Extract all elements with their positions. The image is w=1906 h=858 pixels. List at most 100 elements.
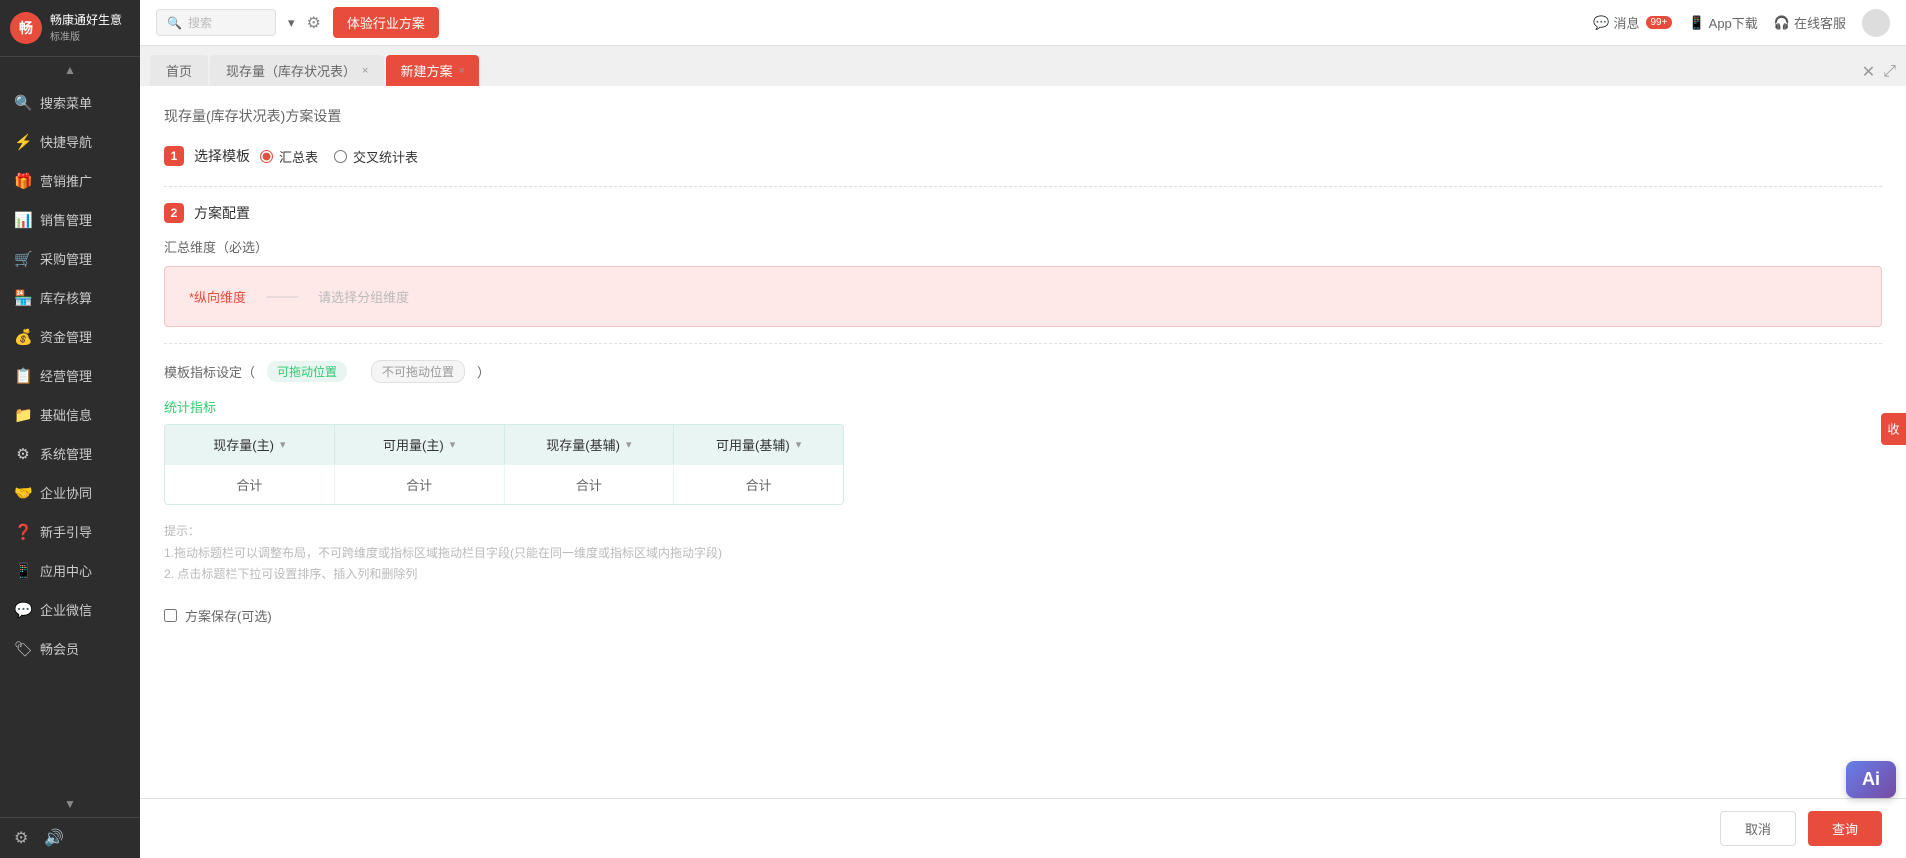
tab-close-new[interactable]: × bbox=[458, 65, 464, 77]
sidebar-nav: 🔍搜索菜单⚡快捷导航 🎁 营销推广 📊 销售管理 🛒采购管理 🏪 库存核算 💰 资金管理 📋经营管理… bbox=[0, 83, 140, 791]
content-area: 现存量(库存状况表)方案设置 1 选择模板 汇总表 交叉统计表 bbox=[140, 86, 1906, 858]
search-icon: 🔍 bbox=[167, 16, 182, 30]
step1-num: 1 bbox=[164, 146, 184, 166]
nav-icon-10: 🤝 bbox=[14, 484, 32, 502]
sidebar-item-9[interactable]: ⚙系统管理 bbox=[0, 434, 140, 473]
fixed-badge: 不可拖动位置 bbox=[371, 360, 465, 383]
volume-icon[interactable]: 🔊 bbox=[44, 828, 64, 848]
sidebar-item-8[interactable]: 📁基础信息 bbox=[0, 395, 140, 434]
step1-section: 1 选择模板 汇总表 交叉统计表 bbox=[164, 146, 1882, 166]
step1-label: 选择模板 bbox=[194, 146, 250, 166]
nav-label-2: 营销推广 bbox=[40, 171, 92, 190]
sidebar-item-4[interactable]: 🛒采购管理 bbox=[0, 239, 140, 278]
chevron-icon-0: ▾ bbox=[280, 438, 286, 451]
user-menu[interactable] bbox=[1862, 9, 1890, 37]
bottom-actions: 取消 查询 bbox=[140, 798, 1906, 858]
avatar bbox=[1862, 9, 1890, 37]
nav-label-4: 采购管理 bbox=[40, 249, 92, 268]
sidebar-item-1[interactable]: ⚡快捷导航 bbox=[0, 122, 140, 161]
sidebar: 畅 畅康通好生意 标准版 ▲ 🔍搜索菜单⚡快捷导航🎁营销推广📊销售管理🛒采购管理… bbox=[0, 0, 140, 858]
ai-badge[interactable]: Ai bbox=[1846, 761, 1896, 798]
chevron-icon-1: ▾ bbox=[450, 438, 456, 451]
sidebar-item-2[interactable]: 🎁 营销推广 bbox=[0, 161, 140, 200]
divider-2 bbox=[164, 343, 1882, 344]
cancel-button[interactable]: 取消 bbox=[1720, 811, 1796, 846]
settings-icon[interactable]: ⚙ bbox=[14, 828, 28, 848]
message-icon: 💬 bbox=[1593, 15, 1609, 31]
sidebar-scroll-down[interactable]: ▼ bbox=[0, 791, 140, 817]
close-tab-action[interactable]: ✕ bbox=[1860, 60, 1877, 84]
topbar-dropdown[interactable]: ▾ bbox=[288, 15, 295, 31]
nav-label-1: 快捷导航 bbox=[40, 132, 92, 151]
nav-label-6: 资金管理 bbox=[40, 327, 92, 346]
tab-label: 首页 bbox=[166, 61, 192, 80]
template-settings-label: 模板指标设定（ bbox=[164, 362, 255, 381]
sidebar-item-7[interactable]: 📋经营管理 bbox=[0, 356, 140, 395]
header-cell-0[interactable]: 现存量(主)▾ bbox=[165, 425, 335, 464]
topbar-right: 💬 消息 99+ 📱 App下载 🎧 在线客服 bbox=[1593, 9, 1890, 37]
template-settings-suffix: ） bbox=[477, 362, 490, 381]
vertical-dim-label: *纵向维度 bbox=[189, 287, 246, 306]
nav-label-7: 经营管理 bbox=[40, 366, 92, 385]
right-pill[interactable]: 收 bbox=[1881, 413, 1906, 445]
nav-label-11: 新手引导 bbox=[40, 522, 92, 541]
chevron-icon-3: ▾ bbox=[796, 438, 802, 451]
sidebar-scroll-up[interactable]: ▲ bbox=[0, 57, 140, 83]
nav-icon-2: 🎁 bbox=[14, 172, 32, 190]
expand-tab-action[interactable]: ⤢ bbox=[1881, 61, 1898, 83]
sidebar-item-14[interactable]: 🏷畅会员 bbox=[0, 629, 140, 668]
sidebar-item-5[interactable]: 🏪 库存核算 bbox=[0, 278, 140, 317]
tip-1: 1.拖动标题栏可以调整布局，不可跨维度或指标区域拖动栏目字段(只能在同一维度或指… bbox=[164, 543, 1882, 565]
nav-label-5: 库存核算 bbox=[40, 288, 92, 307]
sidebar-item-0[interactable]: 🔍搜索菜单 bbox=[0, 83, 140, 122]
stats-section: 统计指标 现存量(主)▾可用量(主)▾现存量(基辅)▾可用量(基辅)▾ 合计合计… bbox=[164, 397, 1882, 505]
tab-close-inventory[interactable]: × bbox=[362, 65, 368, 77]
save-option-label: 方案保存(可选) bbox=[185, 606, 272, 625]
sidebar-item-13[interactable]: 💬企业微信 bbox=[0, 590, 140, 629]
tab-new-plan[interactable]: 新建方案 × bbox=[386, 55, 478, 86]
sidebar-item-11[interactable]: ❓新手引导 bbox=[0, 512, 140, 551]
save-checkbox[interactable] bbox=[164, 609, 177, 622]
nav-icon-9: ⚙ bbox=[14, 445, 32, 463]
settings-icon[interactable]: ⚙ bbox=[307, 13, 321, 33]
body-cell-1: 合计 bbox=[335, 464, 505, 504]
tabbar: 首页 现存量（库存状况表） × 新建方案 × ✕ ⤢ bbox=[140, 46, 1906, 86]
app-download-btn[interactable]: 📱 App下载 bbox=[1688, 13, 1757, 32]
sidebar-item-3[interactable]: 📊 销售管理 bbox=[0, 200, 140, 239]
trial-btn[interactable]: 体验行业方案 bbox=[333, 7, 439, 38]
nav-icon-6: 💰 bbox=[14, 328, 32, 346]
body-cell-0: 合计 bbox=[165, 464, 335, 504]
mobile-icon: 📱 bbox=[1688, 15, 1704, 31]
nav-icon-0: 🔍 bbox=[14, 94, 32, 112]
online-service-btn[interactable]: 🎧 在线客服 bbox=[1774, 13, 1846, 32]
header-cell-1[interactable]: 可用量(主)▾ bbox=[335, 425, 505, 464]
nav-icon-12: 📱 bbox=[14, 562, 32, 580]
radio-summary[interactable]: 汇总表 bbox=[260, 147, 318, 166]
header-cell-3[interactable]: 可用量(基辅)▾ bbox=[674, 425, 843, 464]
sidebar-item-6[interactable]: 💰 资金管理 bbox=[0, 317, 140, 356]
step2-num: 2 bbox=[164, 203, 184, 223]
metrics-body: 合计合计合计合计 bbox=[165, 464, 843, 504]
dimension-row: *纵向维度 —— 请选择分组维度 bbox=[189, 287, 1857, 306]
topbar-search[interactable]: 🔍 搜索 bbox=[156, 9, 276, 36]
nav-label-3: 销售管理 bbox=[40, 210, 92, 229]
sidebar-item-10[interactable]: 🤝 企业协同 bbox=[0, 473, 140, 512]
save-option: 方案保存(可选) bbox=[164, 606, 1882, 625]
nav-icon-3: 📊 bbox=[14, 211, 32, 229]
app-edition: 标准版 bbox=[50, 28, 122, 43]
tab-inventory[interactable]: 现存量（库存状况表） × bbox=[210, 55, 384, 86]
step2-label: 方案配置 bbox=[194, 203, 250, 223]
query-button[interactable]: 查询 bbox=[1808, 811, 1882, 846]
header-cell-2[interactable]: 现存量(基辅)▾ bbox=[505, 425, 675, 464]
sidebar-item-12[interactable]: 📱应用中心 bbox=[0, 551, 140, 590]
nav-icon-5: 🏪 bbox=[14, 289, 32, 307]
nav-label-13: 企业微信 bbox=[40, 600, 92, 619]
messages-btn[interactable]: 💬 消息 99+ bbox=[1593, 13, 1672, 32]
logo-icon: 畅 bbox=[10, 12, 42, 44]
nav-label-8: 基础信息 bbox=[40, 405, 92, 424]
nav-icon-14: 🏷 bbox=[14, 640, 32, 658]
nav-label-10: 企业协同 bbox=[40, 483, 92, 502]
radio-crosstab[interactable]: 交叉统计表 bbox=[334, 147, 418, 166]
tab-home[interactable]: 首页 bbox=[150, 55, 208, 86]
dim-placeholder: 请选择分组维度 bbox=[318, 287, 409, 306]
